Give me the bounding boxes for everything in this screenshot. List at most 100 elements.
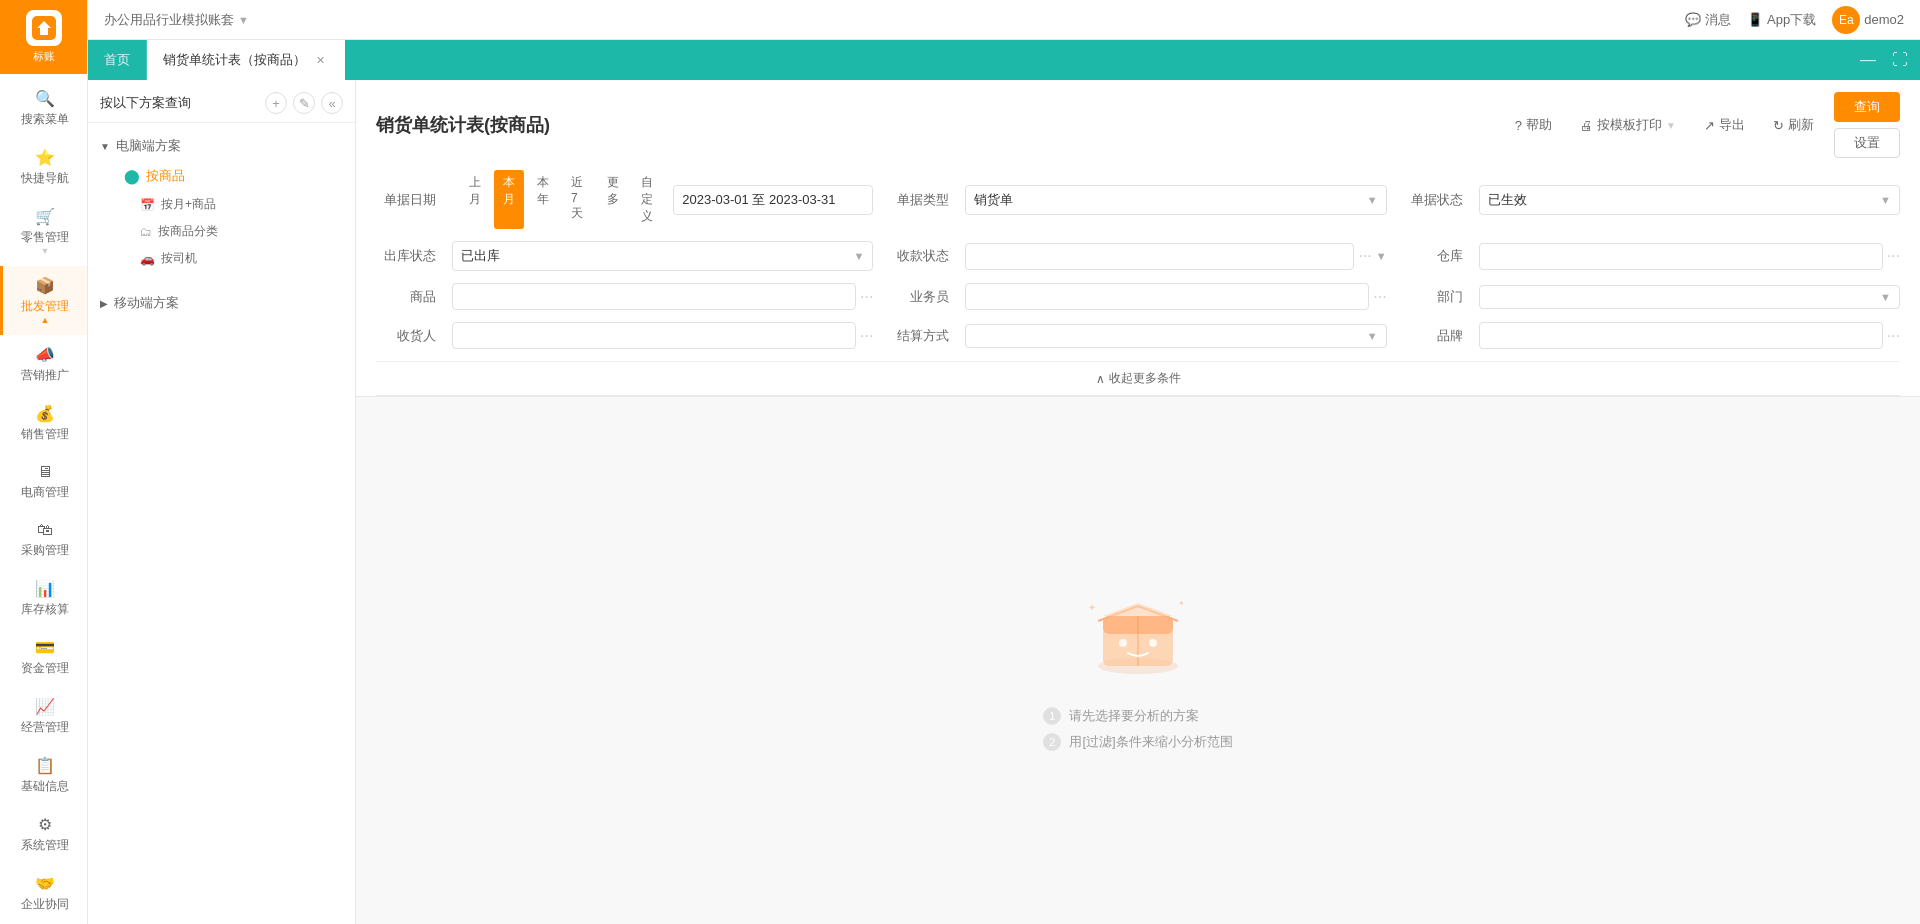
settings-btn[interactable]: 设置 [1834,128,1900,158]
payment-status-input[interactable] [965,243,1354,270]
plan-item-by-product-category[interactable]: 🗂 按商品分类 [100,218,343,245]
recipient-input[interactable] [452,322,856,349]
help-btn[interactable]: ? 帮助 [1507,112,1560,138]
warehouse-input[interactable] [1479,243,1883,270]
product-dots-icon[interactable]: ··· [860,288,873,306]
app-download-btn[interactable]: 📱 App下载 [1747,11,1816,29]
warehouse-field[interactable] [1488,249,1874,264]
operations-icon: 📈 [35,697,55,716]
payment-status-dots-icon[interactable]: ··· [1358,247,1371,265]
sidebar-item-basic[interactable]: 📋 基础信息 [0,746,87,805]
brand-field[interactable] [1488,328,1874,343]
logo-icon [26,10,62,46]
doc-status-arrow-icon: ▼ [1880,194,1891,206]
tab-home[interactable]: 首页 [88,40,147,80]
plan-item-by-month-product[interactable]: 📅 按月+商品 [100,191,343,218]
marketing-icon: 📣 [35,345,55,364]
tip-num-1: 1 [1043,707,1061,725]
export-btn[interactable]: ↗ 导出 [1696,112,1753,138]
date-picker[interactable]: 2023-03-01 至 2023-03-31 [673,185,873,215]
help-icon: ? [1515,118,1522,133]
left-panel-actions: + ✎ « [265,92,343,114]
shortcut-custom[interactable]: 自定义 [632,170,666,229]
sidebar-item-finance[interactable]: 💳 资金管理 [0,628,87,687]
salesperson-label: 业务员 [889,288,949,306]
empty-illustration: ✦ ✦ [1078,571,1198,691]
salesperson-control: ··· [965,283,1386,310]
edit-plan-btn[interactable]: ✎ [293,92,315,114]
sidebar-item-retail[interactable]: 🛒 零售管理 ▼ [0,197,87,266]
plan-item-by-cashier[interactable]: 🚗 按司机 [100,245,343,272]
query-btn[interactable]: 查询 [1834,92,1900,122]
doc-status-select[interactable]: 已生效 ▼ [1479,185,1900,215]
sidebar-item-operations[interactable]: 📈 经营管理 [0,687,87,746]
salesperson-field[interactable] [974,289,1360,304]
out-status-value: 已出库 [461,247,500,265]
sidebar-item-marketing[interactable]: 📣 营销推广 [0,335,87,394]
shortcut-this-year[interactable]: 本年 [528,170,558,229]
warehouse-control: ··· [1479,243,1900,270]
tab-report[interactable]: 销货单统计表（按商品） ✕ [147,40,345,80]
payment-status-field[interactable] [974,249,1345,264]
purchase-icon: 🛍 [37,521,53,539]
message-btn[interactable]: 💬 消息 [1685,11,1731,29]
collapse-panel-btn[interactable]: « [321,92,343,114]
warehouse-dots-icon[interactable]: ··· [1887,247,1900,265]
plan-section-mobile: ▶ 移动端方案 [88,280,355,326]
filter-section: 单据日期 上月 本月 本年 近7天 更多 自定义 2023- [376,170,1900,396]
collapse-filters-btn[interactable]: ∧ 收起更多条件 [376,361,1900,395]
filter-row-2: 出库状态 已出库 ▼ 收款状态 ··· [376,241,1900,271]
salesperson-input[interactable] [965,283,1369,310]
user-menu[interactable]: Ea demo2 [1832,6,1904,34]
brand-input[interactable] [1479,322,1883,349]
basic-icon: 📋 [35,756,55,775]
category-icon: 🗂 [140,225,152,239]
calendar-icon: 📅 [140,198,155,212]
template-print-btn[interactable]: 🖨 按模板打印 ▼ [1572,112,1684,138]
desktop-plan-section-toggle[interactable]: ▼ 电脑端方案 [100,131,343,161]
sidebar-item-ecommerce[interactable]: 🖥 电商管理 [0,453,87,511]
shortcut-this-month[interactable]: 本月 [494,170,524,229]
product-input[interactable] [452,283,856,310]
recipient-field[interactable] [461,328,847,343]
tab-minimize-icon[interactable]: — [1856,47,1880,73]
svg-point-6 [1149,639,1157,647]
department-arrow-icon: ▼ [1880,291,1891,303]
payment-status-arrow-icon: ▼ [1376,250,1387,262]
add-plan-btn[interactable]: + [265,92,287,114]
doc-type-arrow-icon: ▼ [1367,194,1378,206]
tip-text-1: 请先选择要分析的方案 [1069,707,1199,725]
date-shortcuts: 上月 本月 本年 近7天 更多 自定义 [460,170,665,229]
sidebar-item-search[interactable]: 🔍 搜索菜单 [0,79,87,138]
sidebar-item-sales[interactable]: 💰 销售管理 [0,394,87,453]
brand-dots-icon[interactable]: ··· [1887,327,1900,345]
logo-area[interactable]: 标账 [0,0,87,74]
shortcut-last-month[interactable]: 上月 [460,170,490,229]
shortcut-last-7-days[interactable]: 近7天 [562,170,594,229]
sidebar-item-enterprise[interactable]: 🤝 企业协同 [0,864,87,923]
department-select[interactable]: ▼ [1479,285,1900,309]
message-label: 消息 [1705,11,1731,29]
sidebar-item-system[interactable]: ⚙ 系统管理 [0,805,87,864]
tab-close-icon[interactable]: ✕ [312,52,328,68]
plan-item-by-product[interactable]: ⬤ 按商品 [100,161,343,191]
refresh-btn[interactable]: ↻ 刷新 [1765,112,1822,138]
settlement-select[interactable]: ▼ [965,324,1386,348]
sidebar-item-purchase[interactable]: 🛍 采购管理 [0,511,87,569]
sidebar-item-wholesale[interactable]: 📦 批发管理 ▲ [0,266,87,335]
recipient-dots-icon[interactable]: ··· [860,327,873,345]
doc-type-select[interactable]: 销货单 ▼ [965,185,1386,215]
sidebar-item-inventory[interactable]: 📊 库存核算 [0,569,87,628]
sidebar-item-quicknav[interactable]: ⭐ 快捷导航 [0,138,87,197]
tabbar-actions: — ⛶ [1856,47,1920,73]
user-avatar: Ea [1832,6,1860,34]
svg-text:✦: ✦ [1088,602,1096,613]
salesperson-dots-icon[interactable]: ··· [1373,288,1386,306]
shortcut-more[interactable]: 更多 [598,170,628,229]
export-icon: ↗ [1704,118,1715,133]
mobile-plan-section-toggle[interactable]: ▶ 移动端方案 [100,288,343,318]
workspace-selector[interactable]: 办公用品行业模拟账套 ▼ [104,11,249,29]
out-status-select[interactable]: 已出库 ▼ [452,241,873,271]
product-field[interactable] [461,289,847,304]
tab-maximize-icon[interactable]: ⛶ [1888,47,1912,73]
